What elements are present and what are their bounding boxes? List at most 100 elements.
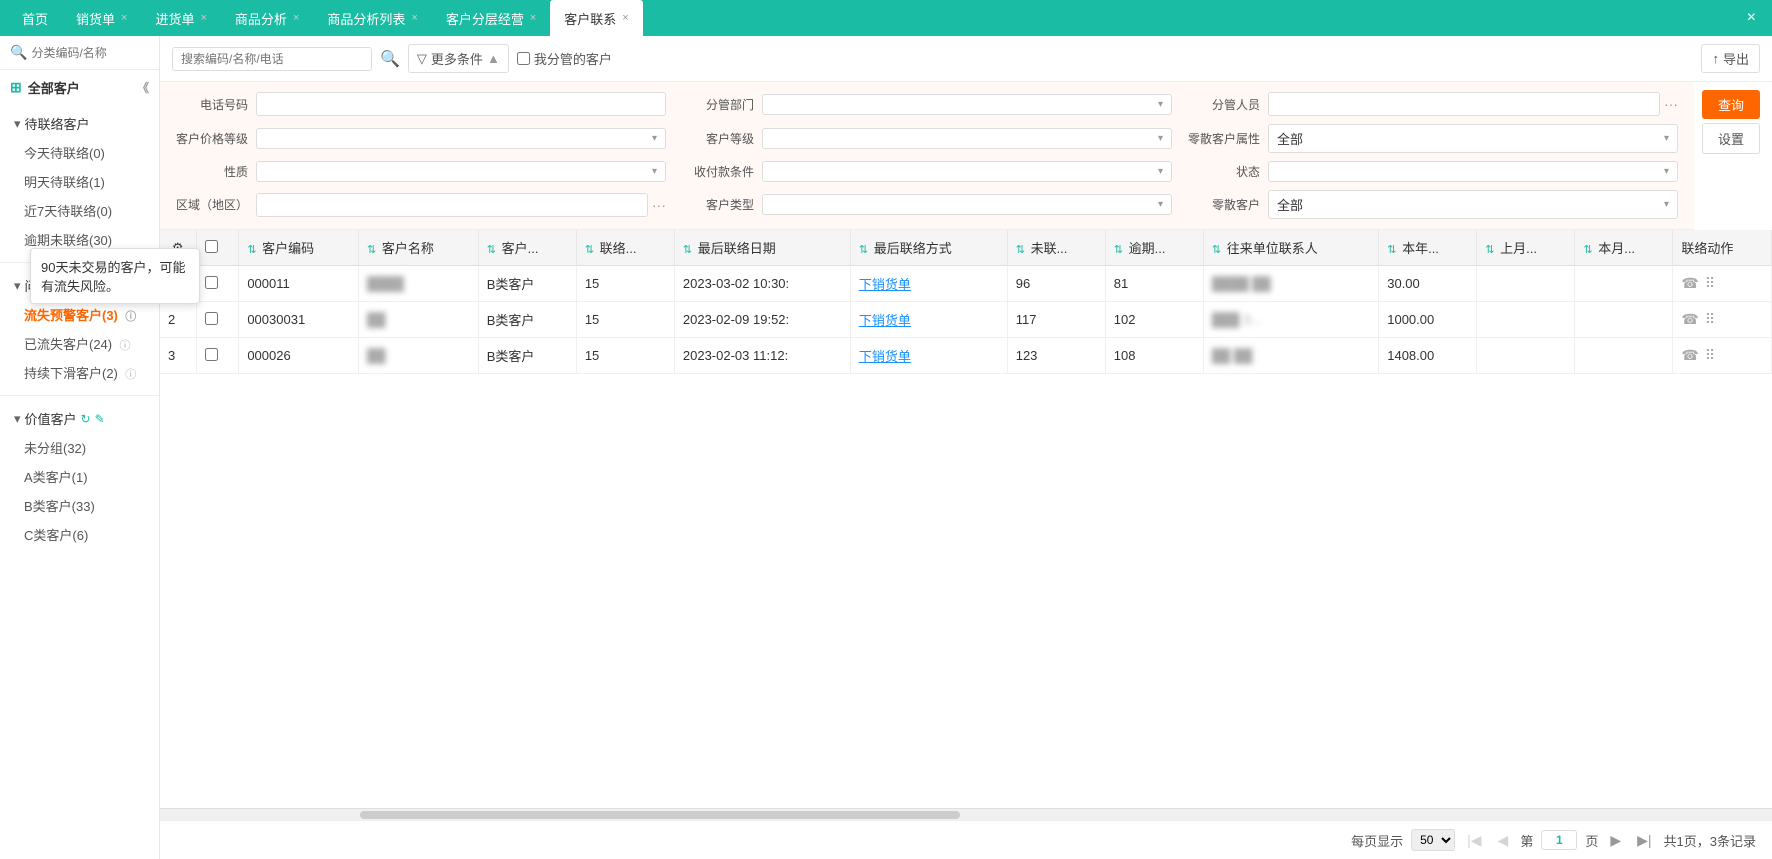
sidebar-item-ungroup[interactable]: 未分组(32): [0, 433, 159, 462]
filter-select-grade[interactable]: ▾: [762, 128, 1172, 149]
window-close-button[interactable]: ×: [1739, 9, 1764, 27]
next-page-button[interactable]: ▶: [1606, 830, 1625, 851]
col-overdue[interactable]: ⇅ 逾期...: [1105, 230, 1203, 266]
edit-icon[interactable]: ✎: [95, 412, 105, 426]
sidebar-item-class-a[interactable]: A类客户(1): [0, 462, 159, 491]
filter-select-payment[interactable]: ▾: [762, 161, 1172, 182]
col-unit-contact[interactable]: ⇅ 往来单位联系人: [1203, 230, 1378, 266]
action-icon-phone-3[interactable]: ☎: [1681, 347, 1698, 364]
filter-select-scatter-attr[interactable]: 全部 ▾: [1268, 124, 1678, 153]
settings-button[interactable]: 设置: [1702, 123, 1760, 154]
close-purchase-icon[interactable]: ×: [200, 12, 206, 24]
sidebar-group-pending-title[interactable]: ▾ 待联络客户: [0, 109, 159, 138]
col-uncontacted[interactable]: ⇅ 未联...: [1007, 230, 1105, 266]
action-icon-more-2[interactable]: ⠿: [1705, 311, 1715, 328]
close-customer-tier-icon[interactable]: ×: [530, 12, 536, 24]
close-sales-icon[interactable]: ×: [121, 12, 127, 24]
col-code[interactable]: ⇅ 客户编码: [239, 230, 359, 266]
row-checkbox-3[interactable]: [205, 348, 218, 361]
search-button[interactable]: 🔍: [380, 49, 400, 69]
sidebar-item-tomorrow[interactable]: 明天待联络(1): [0, 167, 159, 196]
sidebar-item-class-b[interactable]: B类客户(33): [0, 491, 159, 520]
filter-label-type: 客户类型: [682, 196, 762, 213]
select-all-checkbox[interactable]: [205, 240, 218, 253]
per-page-select[interactable]: 50: [1411, 829, 1455, 851]
col-last-month[interactable]: ⇅ 上月...: [1477, 230, 1575, 266]
dots-icon-person[interactable]: ···: [1664, 96, 1678, 112]
scrollbar-thumb[interactable]: [360, 811, 960, 819]
sidebar-item-class-c[interactable]: C类客户(6): [0, 520, 159, 549]
nav-item-purchase[interactable]: 进货单 ×: [141, 0, 220, 36]
col-checkbox[interactable]: [196, 230, 239, 266]
dots-icon-region[interactable]: ···: [652, 197, 666, 213]
nav-item-analysis[interactable]: 商品分析 ×: [221, 0, 313, 36]
nav-item-customer-tier[interactable]: 客户分层经营 ×: [432, 0, 550, 36]
sidebar-item-week[interactable]: 近7天待联络(0): [0, 196, 159, 225]
col-type[interactable]: ⇅ 客户...: [478, 230, 576, 266]
cell-cb-2[interactable]: [196, 302, 239, 338]
page-input[interactable]: [1541, 830, 1577, 850]
my-customer-checkbox-label[interactable]: 我分管的客户: [517, 49, 612, 68]
cell-cb-3[interactable]: [196, 338, 239, 374]
action-icon-phone-1[interactable]: ☎: [1681, 275, 1698, 292]
action-icon-more-1[interactable]: ⠿: [1705, 275, 1715, 292]
filter-select-dept[interactable]: ▾: [762, 94, 1172, 115]
col-this-month[interactable]: ⇅ 本月...: [1575, 230, 1673, 266]
sidebar-collapse-icon[interactable]: 《: [137, 79, 149, 96]
filter-input-region[interactable]: [256, 193, 648, 217]
close-analysis-list-icon[interactable]: ×: [411, 12, 417, 24]
link-last-method-2[interactable]: 下销货单: [859, 313, 911, 328]
filter-select-nature[interactable]: ▾: [256, 161, 666, 182]
sidebar-group-value-title[interactable]: ▾ 价值客户 ↻ ✎: [0, 404, 159, 433]
nav-item-customer-contact[interactable]: 客户联系 ×: [550, 0, 642, 36]
filter-input-person[interactable]: [1268, 92, 1660, 116]
sidebar-group-pending: ▾ 待联络客户 今天待联络(0) 明天待联络(1) 近7天待联络(0) 逾期未联…: [0, 105, 159, 258]
first-page-button[interactable]: |◀: [1463, 830, 1485, 851]
cell-cb-1[interactable]: [196, 266, 239, 302]
cell-this-year-1: 30.00: [1379, 266, 1477, 302]
chevron-down-icon-type: ▾: [1158, 199, 1163, 210]
my-customer-checkbox[interactable]: [517, 52, 530, 65]
row-checkbox-2[interactable]: [205, 312, 218, 325]
col-contacts[interactable]: ⇅ 联络...: [576, 230, 674, 266]
action-icon-phone-2[interactable]: ☎: [1681, 311, 1698, 328]
filter-select-scatter[interactable]: 全部 ▾: [1268, 190, 1678, 219]
sidebar-item-declining[interactable]: 持续下滑客户(2) ⓘ: [0, 358, 159, 387]
col-last-date[interactable]: ⇅ 最后联络日期: [674, 230, 850, 266]
cell-last-method-1[interactable]: 下销货单: [850, 266, 1007, 302]
refresh-icon[interactable]: ↻: [81, 412, 91, 426]
cell-last-method-3[interactable]: 下销货单: [850, 338, 1007, 374]
search-input[interactable]: [172, 47, 372, 71]
horizontal-scrollbar[interactable]: [160, 808, 1772, 820]
action-icons-3: ☎ ⠿: [1681, 347, 1763, 364]
query-button[interactable]: 查询: [1702, 90, 1760, 119]
nav-item-analysis-list[interactable]: 商品分析列表 ×: [313, 0, 431, 36]
filter-select-price-grade[interactable]: ▾: [256, 128, 666, 149]
filter-select-status[interactable]: ▾: [1268, 161, 1678, 182]
sidebar-item-churned[interactable]: 已流失客户(24) ⓘ: [0, 329, 159, 358]
col-last-method[interactable]: ⇅ 最后联络方式: [850, 230, 1007, 266]
sidebar-search-input[interactable]: [31, 46, 149, 60]
col-name[interactable]: ⇅ 客户名称: [359, 230, 479, 266]
nav-item-sales[interactable]: 销货单 ×: [62, 0, 141, 36]
sidebar-item-today[interactable]: 今天待联络(0): [0, 138, 159, 167]
row-checkbox-1[interactable]: [205, 276, 218, 289]
close-customer-contact-icon[interactable]: ×: [622, 12, 628, 24]
export-icon: ↑: [1712, 51, 1719, 66]
sidebar-item-churn-warning[interactable]: 流失预警客户(3) ⓘ: [0, 300, 159, 329]
arrow-icon-2: ▾: [14, 278, 21, 294]
filter-select-type[interactable]: ▾: [762, 194, 1172, 215]
link-last-method-3[interactable]: 下销货单: [859, 349, 911, 364]
more-conditions-button[interactable]: ▽ 更多条件 ▲: [408, 44, 509, 73]
filter-input-phone[interactable]: [256, 92, 666, 116]
sidebar-header[interactable]: ⊞ 全部客户 《: [0, 70, 159, 105]
col-this-year[interactable]: ⇅ 本年...: [1379, 230, 1477, 266]
export-button[interactable]: ↑ 导出: [1701, 44, 1760, 73]
prev-page-button[interactable]: ◀: [1494, 830, 1513, 851]
link-last-method-1[interactable]: 下销货单: [859, 277, 911, 292]
close-analysis-icon[interactable]: ×: [293, 12, 299, 24]
cell-last-method-2[interactable]: 下销货单: [850, 302, 1007, 338]
last-page-button[interactable]: ▶|: [1633, 830, 1655, 851]
nav-item-home[interactable]: 首页: [8, 0, 62, 36]
action-icon-more-3[interactable]: ⠿: [1705, 347, 1715, 364]
